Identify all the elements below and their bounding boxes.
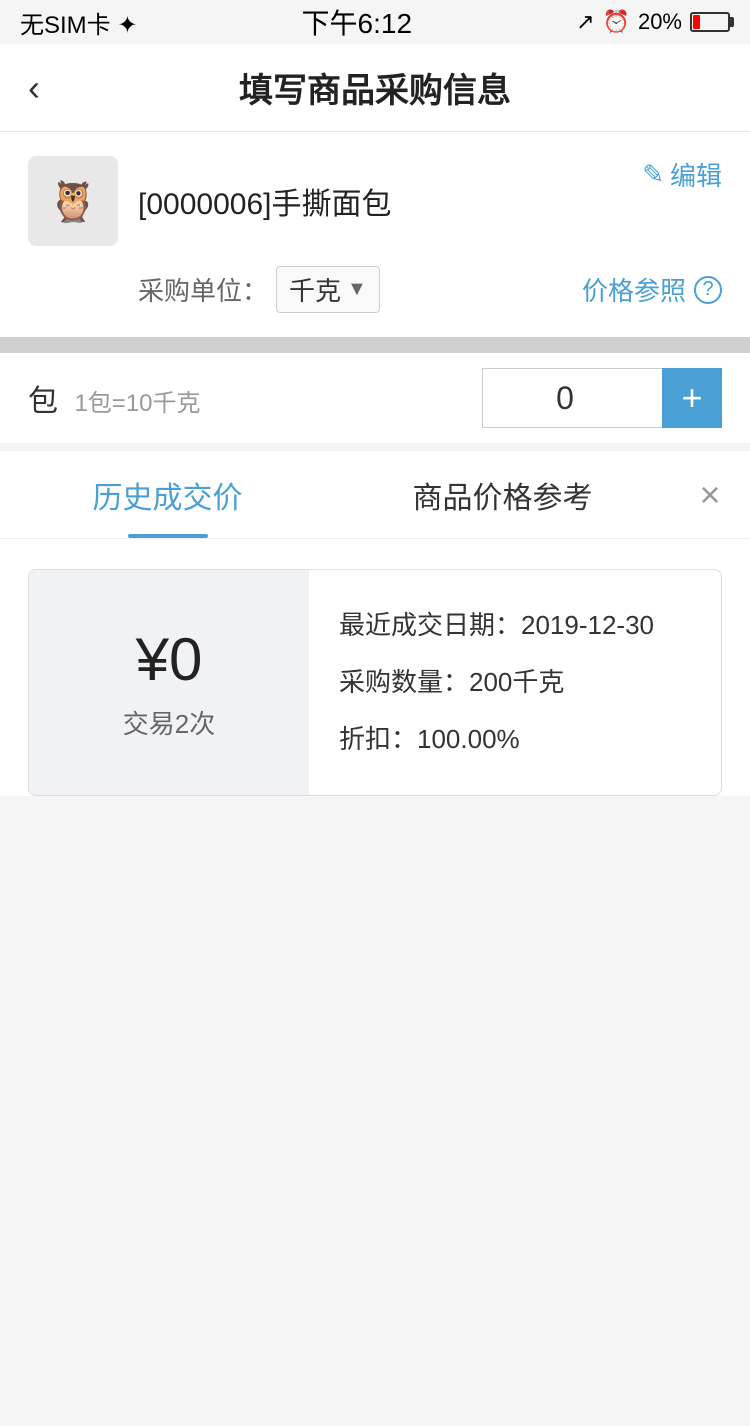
quantity-detail-label: 采购数量： <box>339 667 469 697</box>
alarm-icon: ⏰ <box>603 9 630 35</box>
nav-bar: ‹ 填写商品采购信息 <box>0 44 750 132</box>
section-divider <box>0 337 750 353</box>
quantity-detail-value: 200千克 <box>469 667 564 697</box>
edit-icon: ✎ <box>642 159 664 190</box>
recent-date-label: 最近成交日期： <box>339 610 521 640</box>
price-card: ¥0 交易2次 最近成交日期：2019-12-30 采购数量：200千克 折扣：… <box>28 569 722 796</box>
tab-bar: 历史成交价 商品价格参考 × <box>0 451 750 539</box>
currency-symbol: ¥ <box>136 626 169 693</box>
tab-product-price-ref[interactable]: 商品价格参考 <box>335 451 670 538</box>
carrier-text: 无SIM卡 ✦ <box>20 5 137 40</box>
page-title: 填写商品采购信息 <box>239 63 511 112</box>
product-image: 🦉 <box>28 156 118 246</box>
quantity-input[interactable] <box>482 368 662 428</box>
unit-selector-group: 采购单位： 千克 ▼ <box>138 266 380 313</box>
product-left: 🦉 [0000006]手撕面包 <box>28 156 391 246</box>
quantity-plus-button[interactable]: + <box>662 368 722 428</box>
unit-label: 采购单位： <box>138 271 268 308</box>
unit-select-dropdown[interactable]: 千克 ▼ <box>276 266 380 313</box>
price-value: ¥0 <box>136 625 203 694</box>
product-header: 🦉 [0000006]手撕面包 ✎ 编辑 <box>28 156 722 246</box>
quantity-unit-group: 包 1包=10千克 <box>28 376 201 420</box>
product-card: 🦉 [0000006]手撕面包 ✎ 编辑 采购单位： 千克 ▼ 价格参照 ? <box>0 132 750 337</box>
price-trades: 交易2次 <box>123 704 215 741</box>
quantity-unit-convert: 1包=10千克 <box>74 390 200 417</box>
recent-date-value: 2019-12-30 <box>521 610 654 640</box>
dropdown-arrow-icon: ▼ <box>347 278 367 301</box>
price-ref-label: 价格参照 <box>582 271 686 308</box>
tab-history-price-label: 历史成交价 <box>93 473 243 517</box>
edit-button[interactable]: ✎ 编辑 <box>642 156 722 193</box>
unit-value: 千克 <box>289 271 341 308</box>
location-icon: ↗ <box>576 9 594 35</box>
product-thumbnail: 🦉 <box>48 178 98 225</box>
tab-history-price[interactable]: 历史成交价 <box>0 451 335 538</box>
discount-label: 折扣： <box>339 724 417 754</box>
battery-percent: 20% <box>638 9 682 35</box>
price-card-right: 最近成交日期：2019-12-30 采购数量：200千克 折扣：100.00% <box>309 570 721 795</box>
product-unit-row: 采购单位： 千克 ▼ 价格参照 ? <box>28 266 722 313</box>
status-time: 下午6:12 <box>302 2 413 42</box>
price-ref-button[interactable]: 价格参照 ? <box>582 271 722 308</box>
battery-icon <box>690 12 730 32</box>
recent-date-row: 最近成交日期：2019-12-30 <box>339 606 691 645</box>
status-right: ↗ ⏰ 20% <box>576 9 730 35</box>
discount-row: 折扣：100.00% <box>339 720 691 759</box>
quantity-row-detail: 采购数量：200千克 <box>339 663 691 702</box>
quantity-input-group: + <box>482 368 722 428</box>
price-number: 0 <box>169 626 202 693</box>
tab-close-button[interactable]: × <box>670 474 750 516</box>
price-ref-info-icon: ? <box>694 276 722 304</box>
quantity-row: 包 1包=10千克 + <box>0 353 750 443</box>
back-button[interactable]: ‹ <box>28 67 40 109</box>
edit-label: 编辑 <box>670 156 722 193</box>
status-left: 无SIM卡 ✦ <box>20 5 137 40</box>
bottom-space <box>0 826 750 1426</box>
tab-active-underline <box>128 534 208 538</box>
status-bar: 无SIM卡 ✦ 下午6:12 ↗ ⏰ 20% <box>0 0 750 44</box>
quantity-unit-label: 包 <box>28 385 58 418</box>
tab-section: 历史成交价 商品价格参考 × ¥0 交易2次 最近成交日期：2019-12-30… <box>0 451 750 796</box>
discount-value: 100.00% <box>417 724 520 754</box>
tab-product-price-ref-label: 商品价格参考 <box>413 473 593 517</box>
price-card-left: ¥0 交易2次 <box>29 570 309 795</box>
product-name: [0000006]手撕面包 <box>138 179 391 223</box>
